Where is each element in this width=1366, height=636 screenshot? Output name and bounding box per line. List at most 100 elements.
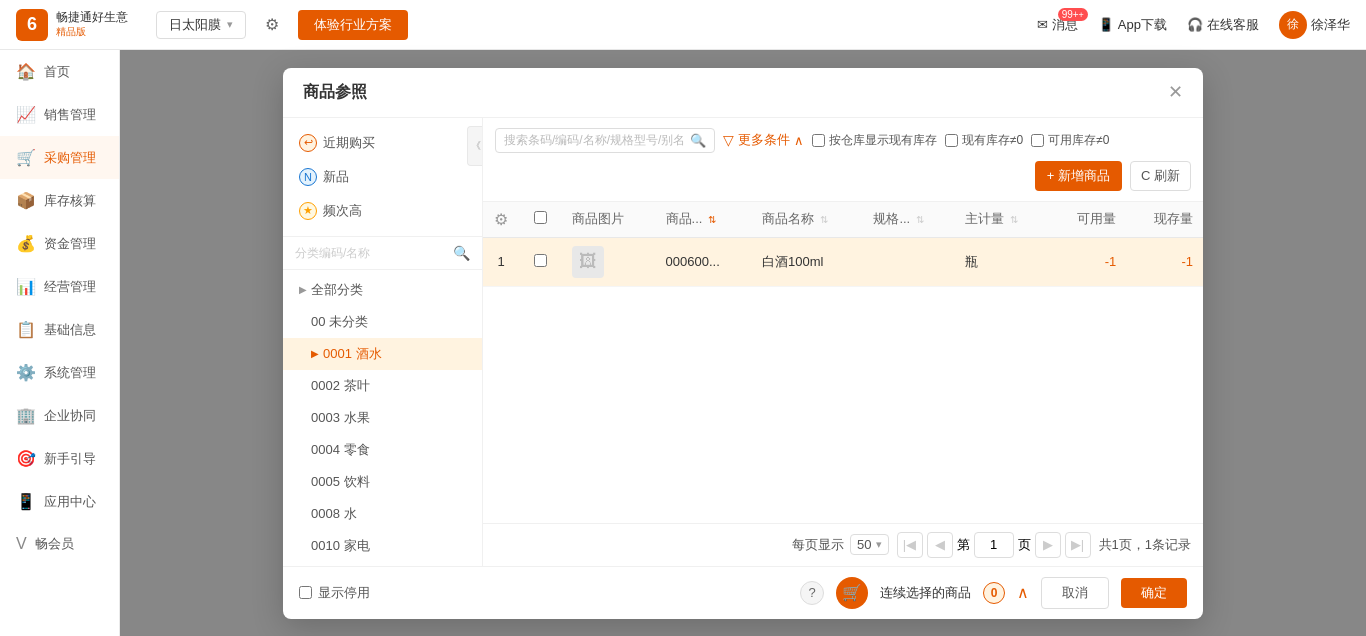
row-checkbox[interactable] xyxy=(534,254,547,267)
sidebar-item-enterprise[interactable]: 🏢 企业协同 xyxy=(0,394,119,437)
help-icon[interactable]: ? xyxy=(800,581,824,605)
page-size-dropdown[interactable]: 50 ▾ xyxy=(850,534,888,555)
online-service-button[interactable]: 🎧 在线客服 xyxy=(1187,16,1259,34)
frequent-label: 频次高 xyxy=(323,202,362,220)
col-spec[interactable]: 规格... ⇅ xyxy=(863,202,955,238)
category-search-icon[interactable]: 🔍 xyxy=(453,245,470,261)
col-image-label: 商品图片 xyxy=(572,211,624,226)
more-filters-button[interactable]: ▽ 更多条件 ∧ xyxy=(723,131,804,149)
new-product-filter[interactable]: N 新品 xyxy=(283,160,482,194)
recent-purchase-label: 近期购买 xyxy=(323,134,375,152)
category-0003[interactable]: 0003 水果 xyxy=(283,402,482,434)
cart-button[interactable]: 🛒 xyxy=(836,577,868,609)
category-0001[interactable]: ▶ 0001 酒水 xyxy=(283,338,482,370)
cancel-button[interactable]: 取消 xyxy=(1041,577,1109,609)
col-code[interactable]: 商品... ⇅ xyxy=(656,202,753,238)
page-number-input[interactable] xyxy=(974,532,1014,558)
next-page-button[interactable]: ▶ xyxy=(1035,532,1061,558)
prev-page-button[interactable]: ◀ xyxy=(927,532,953,558)
warehouse-stock-checkbox[interactable] xyxy=(812,134,825,147)
row-name-cell: 白酒100ml xyxy=(752,237,863,286)
business-icon: 📊 xyxy=(16,277,36,296)
experience-button[interactable]: 体验行业方案 xyxy=(298,10,408,40)
username-label: 徐泽华 xyxy=(1311,16,1350,34)
messages-button[interactable]: ✉ 消息 99++ xyxy=(1037,16,1078,34)
category-all-label: 全部分类 xyxy=(311,281,363,299)
refresh-button[interactable]: C 刷新 xyxy=(1130,161,1191,191)
table-settings-icon[interactable]: ⚙ xyxy=(493,210,509,229)
frequent-filter[interactable]: ★ 频次高 xyxy=(283,194,482,228)
category-0010[interactable]: 0010 家电 xyxy=(283,530,482,562)
sidebar-item-apps[interactable]: 📱 应用中心 xyxy=(0,480,119,523)
chevron-down-icon: ▾ xyxy=(227,18,233,31)
current-stock-filter[interactable]: 现有库存≠0 xyxy=(945,132,1023,149)
sidebar-item-member[interactable]: V 畅会员 xyxy=(0,523,119,565)
category-0002[interactable]: 0002 茶叶 xyxy=(283,370,482,402)
add-product-button[interactable]: + 新增商品 xyxy=(1035,161,1122,191)
row-checkbox-cell[interactable] xyxy=(519,237,562,286)
category-0005[interactable]: 0005 饮料 xyxy=(283,466,482,498)
col-available: 可用量 xyxy=(1049,202,1126,238)
page-prefix: 第 xyxy=(957,536,970,554)
page-size-label: 每页显示 xyxy=(792,536,844,554)
sidebar-item-guide[interactable]: 🎯 新手引导 xyxy=(0,437,119,480)
current-stock-checkbox[interactable] xyxy=(945,134,958,147)
modal-overlay: 商品参照 ✕ 《 ↩ 近期购买 N xyxy=(120,50,1366,636)
category-0004[interactable]: 0004 零食 xyxy=(283,434,482,466)
total-info: 共1页，1条记录 xyxy=(1099,536,1191,554)
col-available-label: 可用量 xyxy=(1077,211,1116,226)
warehouse-stock-label: 按仓库显示现有库存 xyxy=(829,132,937,149)
row-product-name: 白酒100ml xyxy=(762,254,823,269)
product-search-input[interactable] xyxy=(504,133,686,147)
sidebar-item-purchase[interactable]: 🛒 采购管理 xyxy=(0,136,119,179)
app-download-button[interactable]: 📱 App下载 xyxy=(1098,16,1167,34)
sidebar-label-enterprise: 企业协同 xyxy=(44,407,96,425)
table-row[interactable]: 1 🖼 000600... xyxy=(483,237,1203,286)
search-icon[interactable]: 🔍 xyxy=(690,133,706,148)
page-size-value: 50 xyxy=(857,537,871,552)
category-search-input[interactable] xyxy=(295,246,449,260)
sidebar-item-business[interactable]: 📊 经营管理 xyxy=(0,265,119,308)
avatar-icon: 徐 xyxy=(1279,11,1307,39)
category-00[interactable]: 00 未分类 xyxy=(283,306,482,338)
warehouse-stock-filter[interactable]: 按仓库显示现有库存 xyxy=(812,132,937,149)
modal-close-button[interactable]: ✕ xyxy=(1168,83,1183,101)
more-filters-label: 更多条件 xyxy=(738,131,790,149)
available-stock-checkbox[interactable] xyxy=(1031,134,1044,147)
pagination-bar: 每页显示 50 ▾ |◀ ◀ 第 页 xyxy=(483,523,1203,566)
confirm-button[interactable]: 确定 xyxy=(1121,578,1187,608)
page-navigation: |◀ ◀ 第 页 ▶ ▶| xyxy=(897,532,1091,558)
quick-filters: 《 ↩ 近期购买 N 新品 ★ 频次高 xyxy=(283,118,482,237)
col-name[interactable]: 商品名称 ⇅ xyxy=(752,202,863,238)
collapse-panel-button[interactable]: 《 xyxy=(467,126,483,166)
store-selector[interactable]: 日太阳膜 ▾ xyxy=(156,11,246,39)
product-search-box[interactable]: 🔍 xyxy=(495,128,715,153)
sidebar-item-system[interactable]: ⚙️ 系统管理 xyxy=(0,351,119,394)
category-all[interactable]: ▶ 全部分类 xyxy=(283,274,482,306)
sidebar-item-base[interactable]: 📋 基础信息 xyxy=(0,308,119,351)
sidebar-label-home: 首页 xyxy=(44,63,70,81)
category-0008-label: 0008 水 xyxy=(311,505,357,523)
available-stock-filter[interactable]: 可用库存≠0 xyxy=(1031,132,1109,149)
expand-0001-icon: ▶ xyxy=(311,348,319,359)
row-stock-qty: -1 xyxy=(1181,254,1193,269)
user-avatar[interactable]: 徐 徐泽华 xyxy=(1279,11,1350,39)
show-disabled-checkbox[interactable] xyxy=(299,586,312,599)
sidebar-item-home[interactable]: 🏠 首页 xyxy=(0,50,119,93)
recent-purchase-filter[interactable]: ↩ 近期购买 xyxy=(283,126,482,160)
select-all-checkbox[interactable] xyxy=(534,211,547,224)
sidebar-item-finance[interactable]: 💰 资金管理 xyxy=(0,222,119,265)
first-page-button[interactable]: |◀ xyxy=(897,532,923,558)
chevron-up-icon: ∧ xyxy=(794,133,804,148)
show-disabled-toggle[interactable]: 显示停用 xyxy=(299,584,370,602)
collapse-footer-icon[interactable]: ∧ xyxy=(1017,583,1029,602)
settings-icon[interactable]: ⚙ xyxy=(256,9,288,41)
row-stock-cell: -1 xyxy=(1126,237,1203,286)
last-page-button[interactable]: ▶| xyxy=(1065,532,1091,558)
nav-right: ✉ 消息 99++ 📱 App下载 🎧 在线客服 徐 徐泽华 xyxy=(1037,11,1350,39)
sidebar-item-sales[interactable]: 📈 销售管理 xyxy=(0,93,119,136)
col-unit[interactable]: 主计量 ⇅ xyxy=(955,202,1049,238)
sidebar-item-inventory[interactable]: 📦 库存核算 xyxy=(0,179,119,222)
col-spec-label: 规格... xyxy=(873,211,910,226)
category-0008[interactable]: 0008 水 xyxy=(283,498,482,530)
